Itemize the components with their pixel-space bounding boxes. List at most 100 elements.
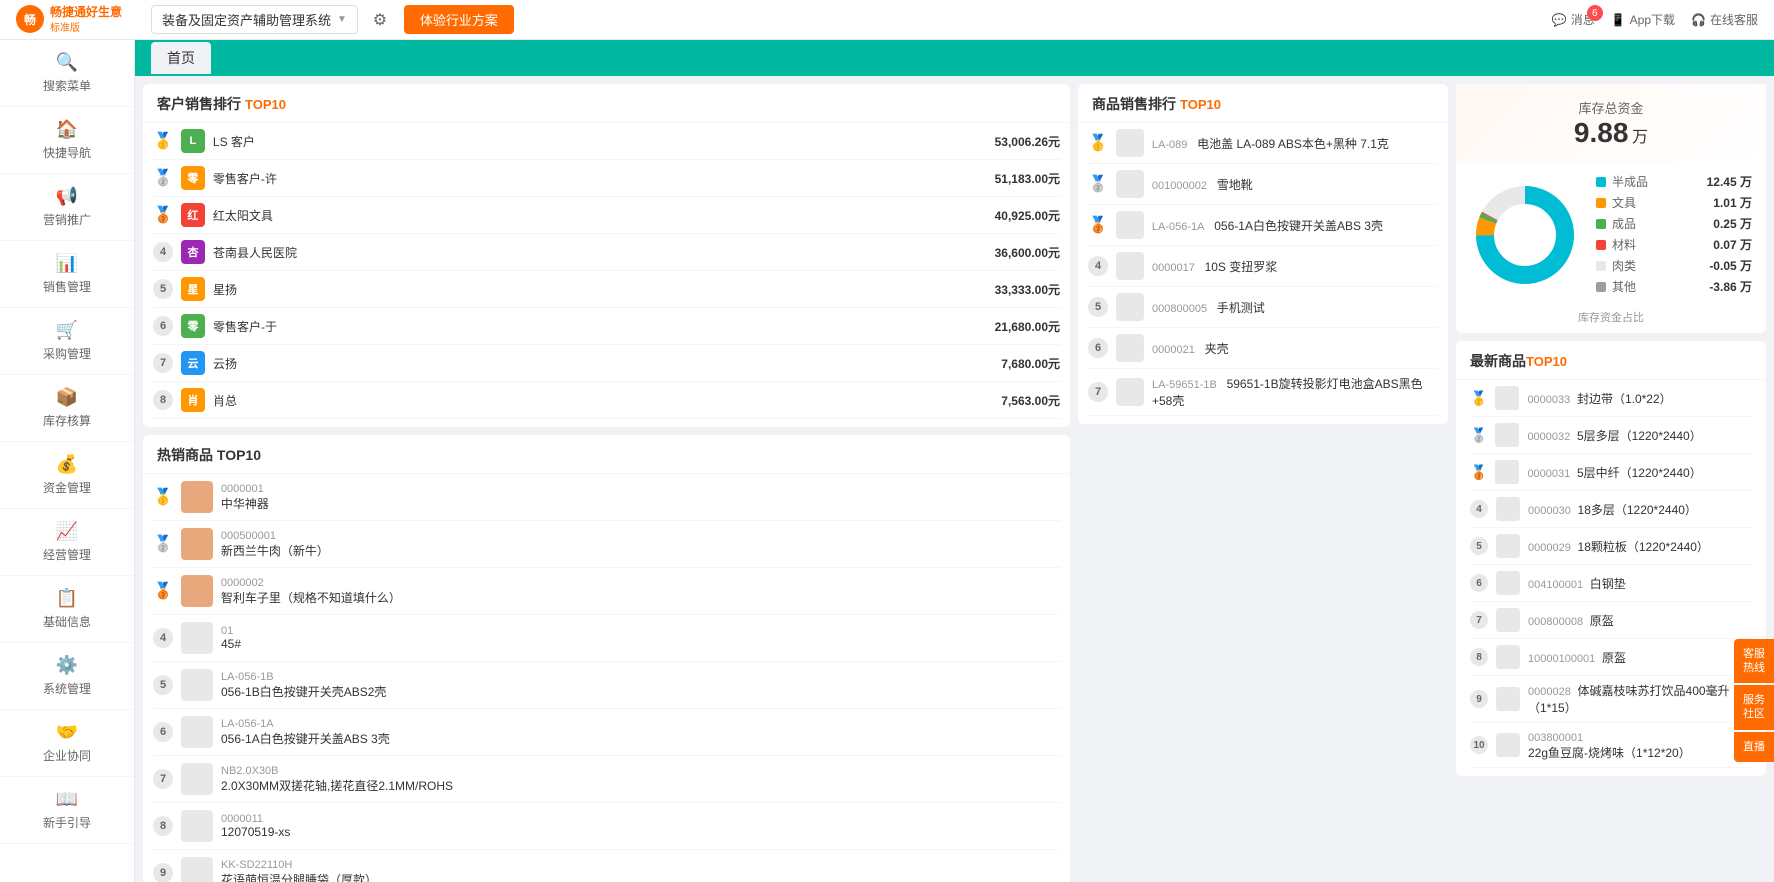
customer-avatar: 杏 bbox=[181, 240, 205, 264]
rank-number: 6 bbox=[1470, 574, 1488, 592]
product-rank-item: 6 0000021 夹壳 bbox=[1088, 328, 1438, 369]
sidebar-item-operations[interactable]: 📈 经营管理 bbox=[0, 509, 134, 576]
product-info: 000500001 新西兰牛肉（新牛） bbox=[221, 530, 1060, 559]
float-btn-service[interactable]: 客服热线 bbox=[1734, 639, 1774, 684]
online-service-btn[interactable]: 🎧 在线客服 bbox=[1691, 11, 1758, 28]
sidebar-item-quicknav[interactable]: 🏠 快捷导航 bbox=[0, 107, 134, 174]
new-product-name: 封边带（1.0*22） bbox=[1577, 392, 1672, 406]
sidebar-item-inventory[interactable]: 📦 库存核算 bbox=[0, 375, 134, 442]
float-buttons: 客服热线 服务社区 直播 bbox=[1734, 639, 1774, 762]
product-thumbnail bbox=[1116, 129, 1144, 157]
new-product-item: 🥈 0000032 5层多层（1220*2440） bbox=[1470, 417, 1752, 454]
legend-color-dot bbox=[1596, 177, 1606, 187]
customer-amount: 36,600.00元 bbox=[995, 244, 1060, 261]
product-info: 01 45# bbox=[221, 625, 1060, 651]
legend-color-dot bbox=[1596, 198, 1606, 208]
customer-rank-top: TOP10 bbox=[245, 97, 286, 112]
legend-list: 半成品 12.45 万 文具 1.01 万 成品 0.25 万 材料 0.07 … bbox=[1596, 173, 1752, 299]
product-rank-item: 4 0000017 10S 变扭罗浆 bbox=[1088, 246, 1438, 287]
product-name: 中华神器 bbox=[221, 495, 1060, 512]
legend-name: 肉类 bbox=[1612, 257, 1703, 274]
new-product-item: 🥉 0000031 5层中纤（1220*2440） bbox=[1470, 454, 1752, 491]
float-btn-live[interactable]: 直播 bbox=[1734, 732, 1774, 762]
new-product-name: 5层中纤（1220*2440） bbox=[1577, 466, 1702, 480]
new-products-title: 最新商品 bbox=[1470, 351, 1526, 371]
medal-icon: 🥇 bbox=[1088, 133, 1108, 153]
product-code: LA-056-1A bbox=[221, 718, 1060, 730]
new-product-item: 7 000800008 原盔 bbox=[1470, 602, 1752, 639]
main-layout: 🔍 搜索菜单 🏠 快捷导航 📢 营销推广 📊 销售管理 🛒 采购管理 📦 库存核… bbox=[0, 40, 1774, 882]
customer-rank-list: 🥇 L LS 客户 53,006.26元 🥈 零 零售客户-许 51,183.0… bbox=[143, 123, 1070, 427]
sidebar-item-search[interactable]: 🔍 搜索菜单 bbox=[0, 40, 134, 107]
product-name: 夹壳 bbox=[1205, 342, 1229, 356]
logo-icon: 畅 bbox=[16, 5, 44, 33]
system-icon: ⚙️ bbox=[56, 655, 78, 676]
customer-name: 苍南县人民医院 bbox=[213, 244, 987, 261]
sidebar-item-system[interactable]: ⚙️ 系统管理 bbox=[0, 643, 134, 710]
sidebar-item-marketing[interactable]: 📢 营销推广 bbox=[0, 174, 134, 241]
legend-value: 0.25 万 bbox=[1713, 215, 1752, 232]
legend-name: 材料 bbox=[1612, 236, 1707, 253]
inventory-label: 库存总资金 bbox=[1578, 101, 1643, 116]
legend-name: 其他 bbox=[1612, 278, 1703, 295]
new-product-item: 🥇 0000033 封边带（1.0*22） bbox=[1470, 380, 1752, 417]
customer-amount: 33,333.00元 bbox=[995, 281, 1060, 298]
legend-color-dot bbox=[1596, 261, 1606, 271]
new-products-top: TOP10 bbox=[1526, 354, 1567, 369]
new-product-code: 10000100001 bbox=[1528, 653, 1598, 665]
rank-number: 8 bbox=[153, 816, 173, 836]
sidebar-item-guide[interactable]: 📖 新手引导 bbox=[0, 777, 134, 844]
settings-icon[interactable]: ⚙ bbox=[366, 6, 394, 34]
sidebar-item-enterprise[interactable]: 🤝 企业协同 bbox=[0, 710, 134, 777]
product-code: 000500001 bbox=[221, 530, 1060, 542]
hot-product-item: 9 KK-SD22110H 花语萌恒温分腿睡袋（厚款） bbox=[153, 850, 1060, 882]
customer-amount: 53,006.26元 bbox=[995, 133, 1060, 150]
new-product-info: 0000029 18颗粒板（1220*2440） bbox=[1528, 538, 1752, 555]
customer-rank-section: 客户销售排行 TOP10 🥇 L LS 客户 53,006.26元 🥈 零 零售… bbox=[143, 84, 1070, 427]
rank-number: 4 bbox=[153, 242, 173, 262]
system-title: 装备及固定资产辅助管理系统 bbox=[162, 10, 331, 29]
legend-value: 12.45 万 bbox=[1707, 173, 1752, 190]
product-code: 01 bbox=[221, 625, 1060, 637]
new-product-code: 003800001 bbox=[1528, 732, 1586, 744]
product-thumbnail bbox=[181, 857, 213, 882]
customer-rank-item: 8 肖 肖总 7,563.00元 bbox=[153, 382, 1060, 419]
product-code: 000800005 bbox=[1152, 303, 1213, 315]
medal-icon: 🥈 bbox=[153, 534, 173, 554]
notifications-btn[interactable]: 💬 消息 6 bbox=[1552, 11, 1595, 28]
inventory-section: 库存总资金 9.88 万 bbox=[1456, 84, 1766, 333]
basic-icon: 📋 bbox=[56, 588, 78, 609]
sidebar-item-sales[interactable]: 📊 销售管理 bbox=[0, 241, 134, 308]
legend-value: -3.86 万 bbox=[1709, 278, 1752, 295]
sidebar: 🔍 搜索菜单 🏠 快捷导航 📢 营销推广 📊 销售管理 🛒 采购管理 📦 库存核… bbox=[0, 40, 135, 882]
marketing-icon: 📢 bbox=[56, 186, 78, 207]
legend-color-dot bbox=[1596, 240, 1606, 250]
purchase-icon: 🛒 bbox=[56, 320, 78, 341]
donut-chart-wrapper bbox=[1470, 180, 1580, 293]
sidebar-item-purchase[interactable]: 🛒 采购管理 bbox=[0, 308, 134, 375]
product-rank-item: 🥇 LA-089 电池盖 LA-089 ABS本色+黑种 7.1克 bbox=[1088, 123, 1438, 164]
rank-number: 6 bbox=[1088, 338, 1108, 358]
medal-icon: 🥈 bbox=[153, 168, 173, 188]
product-info: KK-SD22110H 花语萌恒温分腿睡袋（厚款） bbox=[221, 859, 1060, 882]
float-btn-community[interactable]: 服务社区 bbox=[1734, 685, 1774, 730]
customer-rank-title: 客户销售排行 bbox=[157, 94, 241, 114]
rank-number: 8 bbox=[153, 390, 173, 410]
system-selector[interactable]: 装备及固定资产辅助管理系统 ▼ bbox=[151, 5, 358, 34]
tab-home[interactable]: 首页 bbox=[151, 42, 211, 74]
rank-number: 6 bbox=[153, 722, 173, 742]
svg-text:畅: 畅 bbox=[24, 12, 36, 27]
app-download-btn[interactable]: 📱 App下载 bbox=[1611, 11, 1675, 28]
product-code: 0000011 bbox=[221, 813, 1060, 825]
sidebar-item-finance[interactable]: 💰 资金管理 bbox=[0, 442, 134, 509]
sidebar-item-basic[interactable]: 📋 基础信息 bbox=[0, 576, 134, 643]
new-product-item: 10 003800001 22g鱼豆腐-烧烤味（1*12*20） bbox=[1470, 723, 1752, 768]
rank-number: 5 bbox=[153, 675, 173, 695]
sidebar-label-sales: 销售管理 bbox=[43, 278, 91, 295]
product-rank-item: 🥉 LA-056-1A 056-1A白色按键开关盖ABS 3壳 bbox=[1088, 205, 1438, 246]
customer-amount: 51,183.00元 bbox=[995, 170, 1060, 187]
new-product-info: 10000100001 原盔 bbox=[1528, 649, 1752, 666]
page-content: 客户销售排行 TOP10 🥇 L LS 客户 53,006.26元 🥈 零 零售… bbox=[135, 76, 1774, 882]
legend-name: 文具 bbox=[1612, 194, 1707, 211]
trial-button[interactable]: 体验行业方案 bbox=[404, 5, 514, 34]
